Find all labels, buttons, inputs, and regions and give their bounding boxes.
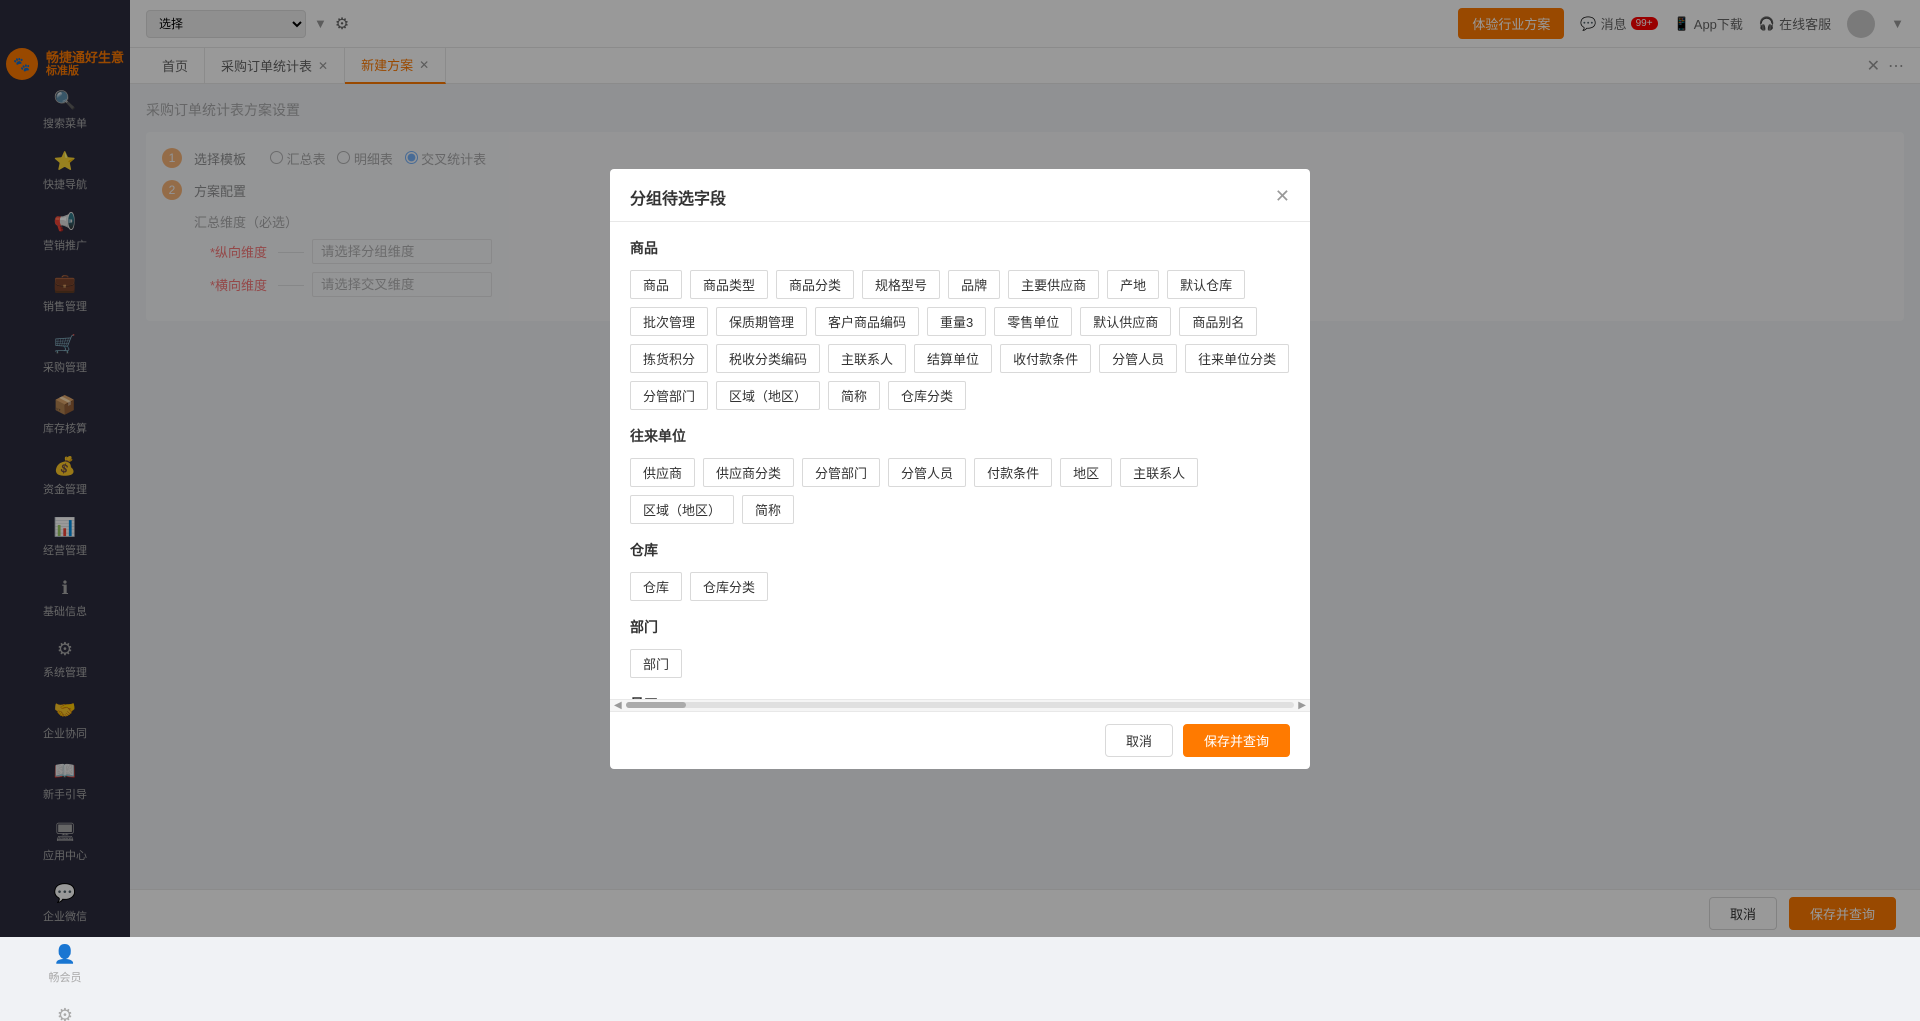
field-tag[interactable]: 供应商	[630, 458, 695, 487]
field-tag[interactable]: 保质期管理	[716, 307, 807, 336]
modal-header: 分组待选字段 ✕	[610, 169, 1310, 222]
field-tag[interactable]: 区域（地区）	[716, 381, 820, 410]
modal-horizontal-scrollbar[interactable]: ◀ ▶	[610, 699, 1310, 711]
modal-overlay: 分组待选字段 ✕ 商品商品商品类型商品分类规格型号品牌主要供应商产地默认仓库批次…	[0, 0, 1920, 937]
field-tag[interactable]: 默认供应商	[1080, 307, 1171, 336]
field-grid-warehouse: 仓库仓库分类	[630, 572, 1290, 601]
field-tag[interactable]: 拣货积分	[630, 344, 708, 373]
field-tag[interactable]: 规格型号	[862, 270, 940, 299]
field-tag[interactable]: 地区	[1060, 458, 1112, 487]
field-tag[interactable]: 收付款条件	[1000, 344, 1091, 373]
field-tag[interactable]: 商品	[630, 270, 682, 299]
field-tag[interactable]: 分管人员	[1099, 344, 1177, 373]
field-tag[interactable]: 默认仓库	[1167, 270, 1245, 299]
field-tag[interactable]: 仓库	[630, 572, 682, 601]
hscroll-thumb	[626, 702, 686, 708]
confirm-button[interactable]: 保存并查询	[1183, 724, 1290, 757]
field-tag[interactable]: 仓库分类	[888, 381, 966, 410]
modal-body: 商品商品商品类型商品分类规格型号品牌主要供应商产地默认仓库批次管理保质期管理客户…	[610, 222, 1310, 699]
field-tag[interactable]: 品牌	[948, 270, 1000, 299]
field-tag[interactable]: 供应商分类	[703, 458, 794, 487]
field-tag[interactable]: 主要供应商	[1008, 270, 1099, 299]
field-tag[interactable]: 分管部门	[802, 458, 880, 487]
section-title-warehouse: 仓库	[630, 540, 1290, 560]
field-tag[interactable]: 商品分类	[776, 270, 854, 299]
field-tag[interactable]: 商品别名	[1179, 307, 1257, 336]
hscroll-track	[626, 702, 1295, 708]
field-tag[interactable]: 主联系人	[828, 344, 906, 373]
field-tag[interactable]: 仓库分类	[690, 572, 768, 601]
field-tag[interactable]: 商品类型	[690, 270, 768, 299]
modal-footer: 取消 保存并查询	[610, 711, 1310, 769]
field-tag[interactable]: 部门	[630, 649, 682, 678]
cancel-button[interactable]: 取消	[1105, 724, 1173, 757]
field-tag[interactable]: 主联系人	[1120, 458, 1198, 487]
field-selection-modal: 分组待选字段 ✕ 商品商品商品类型商品分类规格型号品牌主要供应商产地默认仓库批次…	[610, 169, 1310, 769]
field-tag[interactable]: 分管部门	[630, 381, 708, 410]
field-tag[interactable]: 区域（地区）	[630, 495, 734, 524]
modal-close-button[interactable]: ✕	[1275, 186, 1290, 207]
field-tag[interactable]: 批次管理	[630, 307, 708, 336]
field-tag[interactable]: 结算单位	[914, 344, 992, 373]
field-tag[interactable]: 零售单位	[994, 307, 1072, 336]
field-tag[interactable]: 客户商品编码	[815, 307, 919, 336]
section-title-partner: 往来单位	[630, 426, 1290, 446]
modal-title: 分组待选字段	[630, 185, 726, 209]
field-tag[interactable]: 往来单位分类	[1185, 344, 1289, 373]
field-grid-partner: 供应商供应商分类分管部门分管人员付款条件地区主联系人区域（地区） 简称	[630, 458, 1290, 524]
field-tag[interactable]: 产地	[1107, 270, 1159, 299]
field-tag[interactable]: 简称	[742, 495, 794, 524]
section-title-goods: 商品	[630, 238, 1290, 258]
section-title-department: 部门	[630, 617, 1290, 637]
field-tag[interactable]: 付款条件	[974, 458, 1052, 487]
field-tag[interactable]: 税收分类编码	[716, 344, 820, 373]
field-grid-goods: 商品商品类型商品分类规格型号品牌主要供应商产地默认仓库批次管理保质期管理客户商品…	[630, 270, 1290, 410]
field-tag[interactable]: 简称	[828, 381, 880, 410]
field-tag[interactable]: 分管人员	[888, 458, 966, 487]
field-tag[interactable]: 重量3	[927, 307, 986, 336]
field-grid-department: 部门	[630, 649, 1290, 678]
